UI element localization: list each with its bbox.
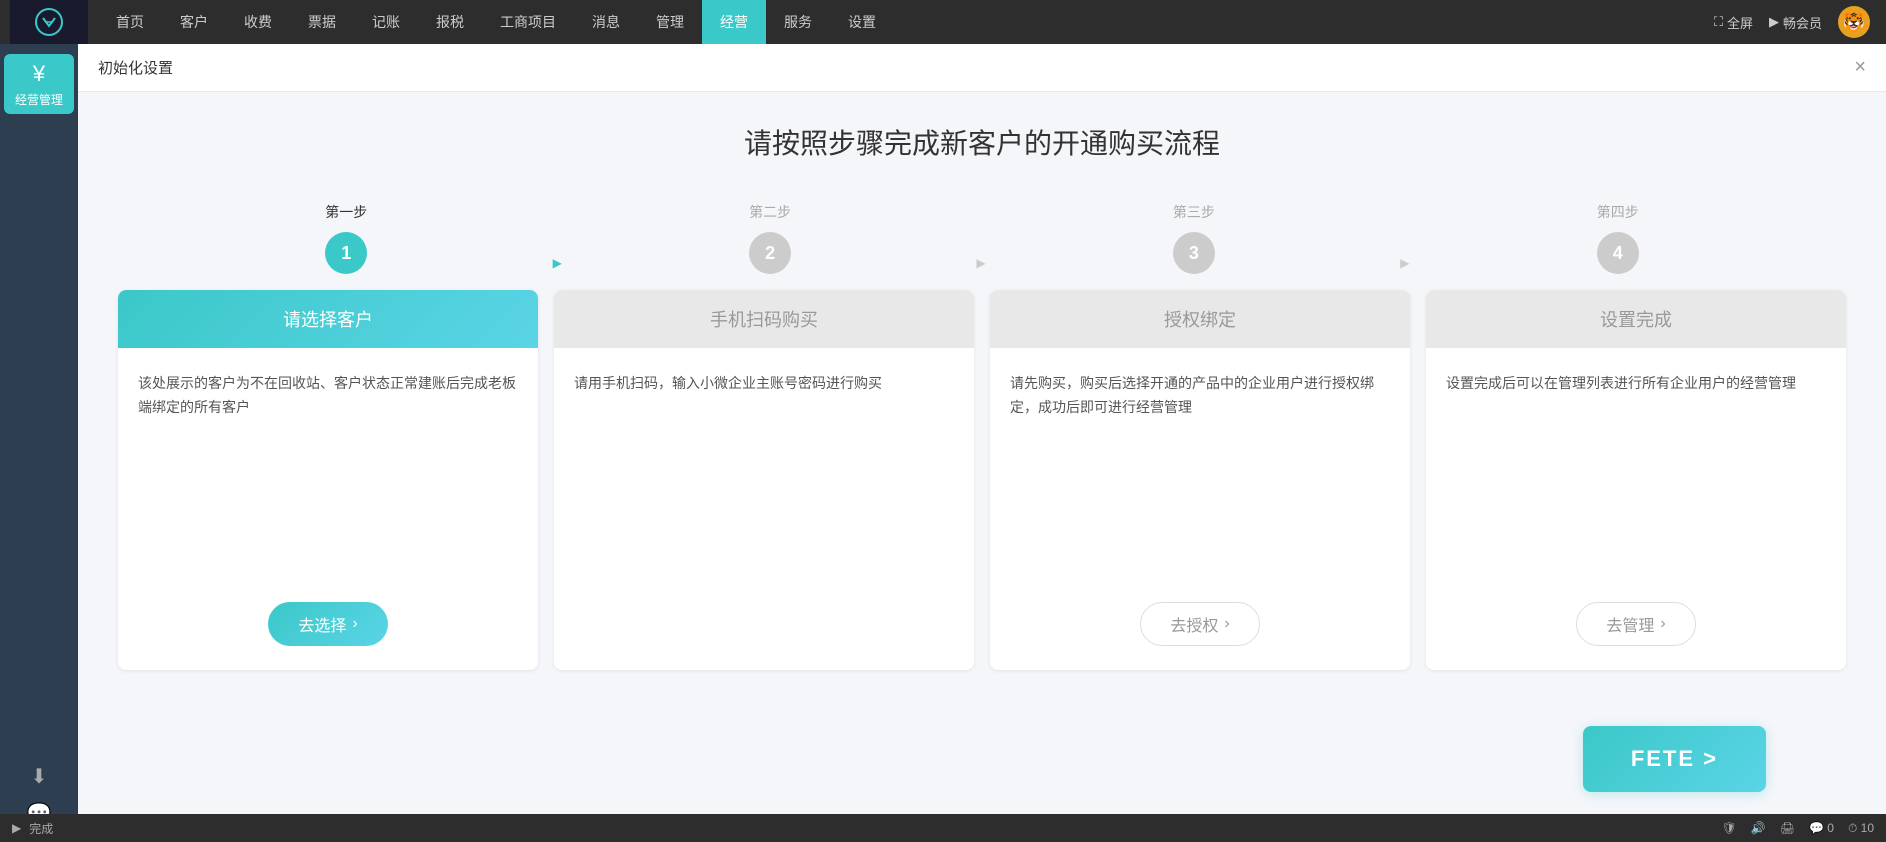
page-title: 初始化设置 [98,57,173,78]
page-content: 请按照步骤完成新客户的开通购买流程 第一步 1 ▶ 第二步 2 ▶ [78,92,1886,814]
nav-tax[interactable]: 报税 [418,0,482,44]
nav-bill[interactable]: 票据 [290,0,354,44]
go-select-button[interactable]: 去选择 › [268,602,388,646]
step-4-label: 第四步 [1597,202,1639,222]
yen-icon: ¥ [33,61,45,87]
nav-service[interactable]: 服务 [766,0,830,44]
steps-row: 第一步 1 ▶ 第二步 2 ▶ 第三步 3 [118,202,1846,274]
top-nav: 首页 客户 收费 票据 记账 报税 工商项目 消息 管理 经营 服务 设置 ⛶ … [0,0,1886,44]
bottom-bar: ▶ 完成 🛡 🔊 🖨 💬 0 ⏱ 10 [0,814,1886,842]
card-4-body: 设置完成后可以在管理列表进行所有企业用户的经营管理 [1426,348,1846,602]
step-2-circle: 2 [749,232,791,274]
volume-icon: 🔊 [1751,821,1766,835]
step-2: 第二步 2 [562,202,979,274]
main-area: 初始化设置 × 请按照步骤完成新客户的开通购买流程 第一步 1 ▶ 第二步 2 [78,44,1886,814]
nav-right: ⛶ 全屏 ▶ 畅会员 🐯 [1714,6,1886,38]
timer: ⏱ 10 [1848,821,1874,836]
card-2: 手机扫码购买 请用手机扫码，输入小微企业主账号密码进行购买 [554,290,974,670]
step-3-circle: 3 [1173,232,1215,274]
nav-message[interactable]: 消息 [574,0,638,44]
connector-2-3: ▶ [978,256,985,270]
step-1-label: 第一步 [325,202,367,222]
print-icon: 🖨 [1780,821,1795,835]
app-logo [10,0,88,44]
go-manage-arrow: › [1660,615,1665,633]
sidebar-item-label: 经营管理 [15,91,63,108]
page-header: 初始化设置 × [78,44,1886,92]
go-select-label: 去选择 [298,612,346,636]
play-icon-bottom: ▶ [12,821,21,835]
card-3-body: 请先购买，购买后选择开通的产品中的企业用户进行授权绑定，成功后即可进行经营管理 [990,348,1410,602]
card-3-header: 授权绑定 [990,290,1410,348]
bottom-bar-right: 🛡 🔊 🖨 💬 0 ⏱ 10 [1722,821,1874,836]
nav-fee[interactable]: 收费 [226,0,290,44]
card-1: 请选择客户 该处展示的客户为不在回收站、客户状态正常建账后完成老板端绑定的所有客… [118,290,538,670]
nav-operation[interactable]: 经营 [702,0,766,44]
fullscreen-label: 全屏 [1727,13,1753,32]
connector-arrow-2: ▶ [976,256,985,270]
play-icon: ▶ [1769,14,1779,30]
nav-manage[interactable]: 管理 [638,0,702,44]
connector-1-2: ▶ [555,256,562,270]
card-2-header: 手机扫码购买 [554,290,974,348]
close-button[interactable]: × [1854,56,1866,79]
chat-count: 💬 0 [1809,821,1834,835]
nav-account[interactable]: 记账 [354,0,418,44]
step-4-circle: 4 [1597,232,1639,274]
download-icon[interactable]: ⬇ [31,764,48,789]
nav-customer[interactable]: 客户 [162,0,226,44]
connector-3-4: ▶ [1402,256,1409,270]
connector-arrow-3: ▶ [1400,256,1409,270]
member-btn[interactable]: ▶ 畅会员 [1769,13,1822,32]
card-3-footer: 去授权 › [990,602,1410,670]
card-4-footer: 去管理 › [1426,602,1846,670]
sidebar-item-operation[interactable]: ¥ 经营管理 [4,54,74,114]
fullscreen-btn[interactable]: ⛶ 全屏 [1714,13,1753,32]
step-3-label: 第三步 [1173,202,1215,222]
step-4: 第四步 4 [1409,202,1826,274]
go-manage-label: 去管理 [1606,612,1654,636]
step-1: 第一步 1 [138,202,555,274]
card-2-body: 请用手机扫码，输入小微企业主账号密码进行购买 [554,348,974,646]
card-4-header: 设置完成 [1426,290,1846,348]
user-avatar[interactable]: 🐯 [1838,6,1870,38]
card-1-header: 请选择客户 [118,290,538,348]
step-1-circle: 1 [325,232,367,274]
connector-arrow-1: ▶ [553,256,562,270]
go-auth-button[interactable]: 去授权 › [1140,602,1260,646]
bottom-status: 完成 [29,820,53,837]
fullscreen-icon: ⛶ [1714,14,1723,30]
card-1-footer: 去选择 › [118,602,538,670]
go-select-arrow: › [352,615,357,633]
card-1-body: 该处展示的客户为不在回收站、客户状态正常建账后完成老板端绑定的所有客户 [118,348,538,602]
nav-home[interactable]: 首页 [98,0,162,44]
main-title: 请按照步骤完成新客户的开通购买流程 [118,122,1846,162]
card-4: 设置完成 设置完成后可以在管理列表进行所有企业用户的经营管理 去管理 › [1426,290,1846,670]
member-label: 畅会员 [1783,13,1822,32]
go-manage-button[interactable]: 去管理 › [1576,602,1696,646]
nav-items: 首页 客户 收费 票据 记账 报税 工商项目 消息 管理 经营 服务 设置 [98,0,1714,44]
sidebar: ¥ 经营管理 ⬇ 💬 [0,44,78,842]
card-2-footer [554,646,974,670]
nav-business[interactable]: 工商项目 [482,0,574,44]
go-auth-label: 去授权 [1170,612,1218,636]
nav-settings[interactable]: 设置 [830,0,894,44]
step-2-label: 第二步 [749,202,791,222]
cards-row: 请选择客户 该处展示的客户为不在回收站、客户状态正常建账后完成老板端绑定的所有客… [118,290,1846,670]
go-auth-arrow: › [1224,615,1229,633]
shield-icon: 🛡 [1722,821,1737,835]
step-3: 第三步 3 [986,202,1403,274]
card-3: 授权绑定 请先购买，购买后选择开通的产品中的企业用户进行授权绑定，成功后即可进行… [990,290,1410,670]
